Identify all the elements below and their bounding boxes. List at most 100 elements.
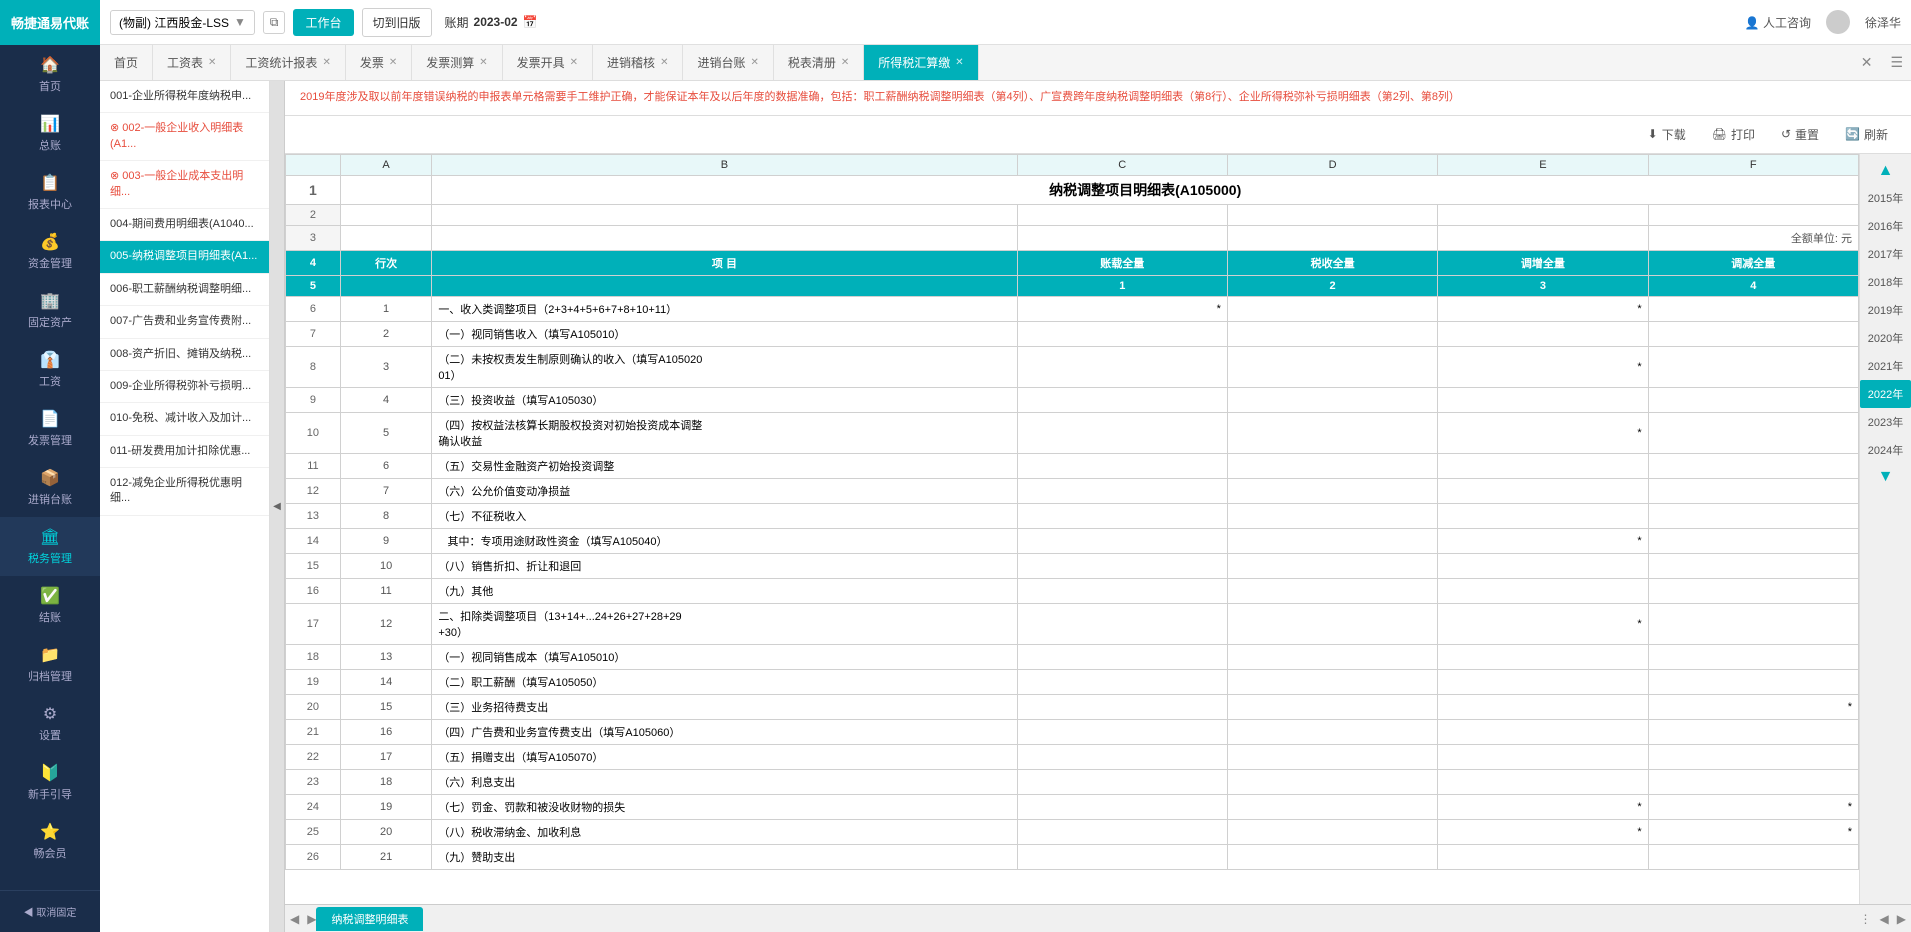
cell-val[interactable] — [1648, 553, 1858, 578]
cell-item[interactable]: （二）未按权责发生制原则确认的收入（填写A10502001） — [432, 346, 1017, 387]
cell-val[interactable] — [1227, 387, 1437, 412]
cell-val[interactable] — [1438, 644, 1648, 669]
cell-val[interactable] — [1648, 719, 1858, 744]
cell-item[interactable]: （一）视同销售收入（填写A105010） — [432, 321, 1017, 346]
list-item-007[interactable]: 007-广告费和业务宣传费附... — [100, 306, 269, 338]
cell-val[interactable] — [1648, 346, 1858, 387]
scroll-h-left[interactable]: ◀ — [1880, 912, 1889, 926]
cell-val[interactable] — [1227, 819, 1437, 844]
cell[interactable] — [1227, 225, 1437, 250]
close-icon[interactable]: ✕ — [322, 57, 330, 68]
cell-hangci[interactable]: 6 — [340, 453, 431, 478]
cell-val[interactable] — [1648, 412, 1858, 453]
sidebar-item-guide[interactable]: 🔰 新手引导 — [0, 753, 100, 812]
print-button[interactable]: 🖨 打印 — [1704, 122, 1763, 147]
cell-item[interactable]: （四）按权益法核算长期股权投资对初始投资成本调整确认收益 — [432, 412, 1017, 453]
cell-val[interactable] — [1227, 296, 1437, 321]
unfix-btn[interactable]: ◀ 取消固定 — [8, 899, 92, 924]
cell-val[interactable] — [1017, 694, 1227, 719]
cell-item[interactable]: （三）投资收益（填写A105030） — [432, 387, 1017, 412]
cell-hangci[interactable]: 16 — [340, 719, 431, 744]
consult-btn[interactable]: 👤 人工咨询 — [1745, 14, 1811, 31]
sidebar-item-archive[interactable]: 📁 归档管理 — [0, 635, 100, 694]
cell-val[interactable] — [1017, 321, 1227, 346]
cell-val[interactable] — [1438, 321, 1648, 346]
cell-val[interactable] — [1438, 844, 1648, 869]
close-icon[interactable]: ✕ — [955, 57, 963, 68]
year-item-2017[interactable]: 2017年 — [1860, 240, 1911, 268]
year-scroll-up[interactable]: ▲ — [1860, 158, 1911, 184]
cell[interactable] — [340, 204, 431, 225]
cell[interactable] — [1017, 225, 1227, 250]
cell-val[interactable] — [1227, 644, 1437, 669]
cell-hangci[interactable]: 18 — [340, 769, 431, 794]
cell-val[interactable] — [1648, 644, 1858, 669]
cell-val[interactable] — [1227, 553, 1437, 578]
cell-hangci[interactable]: 7 — [340, 478, 431, 503]
scroll-left-btn[interactable]: ◀ — [290, 912, 299, 926]
reset-button[interactable]: ↺ 重置 — [1773, 122, 1827, 147]
cell-val[interactable] — [1227, 719, 1437, 744]
list-item-008[interactable]: 008-资产折旧、摊销及纳税... — [100, 339, 269, 371]
cell-hangci[interactable]: 14 — [340, 669, 431, 694]
year-item-2022[interactable]: 2022年 — [1860, 380, 1911, 408]
cell-val[interactable] — [1227, 744, 1437, 769]
cell-val[interactable] — [1227, 769, 1437, 794]
download-button[interactable]: ⬇ 下载 — [1640, 122, 1694, 147]
year-item-2024[interactable]: 2024年 — [1860, 436, 1911, 464]
copy-icon[interactable]: ⧉ — [263, 11, 286, 34]
cell-hangci[interactable]: 2 — [340, 321, 431, 346]
year-scroll-down[interactable]: ▼ — [1860, 464, 1911, 490]
tab-payroll-report[interactable]: 工资统计报表 ✕ — [231, 45, 345, 80]
sidebar-item-home[interactable]: 🏠 首页 — [0, 45, 100, 104]
cell[interactable] — [432, 204, 1017, 225]
cell[interactable] — [1438, 204, 1648, 225]
cell-hangci[interactable]: 11 — [340, 578, 431, 603]
cell-val[interactable] — [1017, 603, 1227, 644]
tab-invoice-open[interactable]: 发票开具 ✕ — [503, 45, 593, 80]
cell-val[interactable] — [1438, 553, 1648, 578]
tab-purchase-verify[interactable]: 进销稽核 ✕ — [593, 45, 683, 80]
sidebar-item-finance[interactable]: 💰 资金管理 — [0, 222, 100, 281]
year-item-2021[interactable]: 2021年 — [1860, 352, 1911, 380]
sidebar-item-member[interactable]: ⭐ 畅会员 — [0, 812, 100, 871]
cell-val[interactable] — [1017, 578, 1227, 603]
cell-val[interactable] — [1227, 346, 1437, 387]
sidebar-item-invoice[interactable]: 📄 发票管理 — [0, 399, 100, 458]
cell-hangci[interactable]: 9 — [340, 528, 431, 553]
cell-item[interactable]: （六）公允价值变动净损益 — [432, 478, 1017, 503]
cell-val[interactable] — [1648, 478, 1858, 503]
cell-val[interactable] — [1017, 387, 1227, 412]
cell-val[interactable] — [1017, 453, 1227, 478]
workbench-button[interactable]: 工作台 — [293, 9, 353, 36]
close-icon[interactable]: ✕ — [570, 57, 578, 68]
cell-val[interactable] — [1438, 744, 1648, 769]
list-item-006[interactable]: 006-职工薪酬纳税调整明细... — [100, 274, 269, 306]
cell-item[interactable]: （六）利息支出 — [432, 769, 1017, 794]
sidebar-item-assets[interactable]: 🏢 固定资产 — [0, 281, 100, 340]
cell[interactable] — [1438, 225, 1648, 250]
cell-hangci[interactable]: 15 — [340, 694, 431, 719]
cell-val[interactable] — [1227, 844, 1437, 869]
cell-val[interactable] — [1227, 412, 1437, 453]
cell-val[interactable] — [1648, 453, 1858, 478]
cell-val[interactable]: * — [1438, 346, 1648, 387]
cell-val[interactable] — [1438, 387, 1648, 412]
refresh-button[interactable]: 🔄 刷新 — [1837, 122, 1896, 147]
cell-val[interactable] — [1017, 478, 1227, 503]
close-icon[interactable]: ✕ — [750, 57, 758, 68]
cell-val[interactable] — [1017, 644, 1227, 669]
list-item-002[interactable]: ⊗002-一般企业收入明细表(A1... — [100, 113, 269, 161]
cell-val[interactable] — [1648, 769, 1858, 794]
year-item-2015[interactable]: 2015年 — [1860, 184, 1911, 212]
sidebar-item-close[interactable]: ✅ 结账 — [0, 576, 100, 635]
cell-hangci[interactable]: 13 — [340, 644, 431, 669]
cell-val[interactable]: * — [1438, 819, 1648, 844]
cell-hangci[interactable]: 5 — [340, 412, 431, 453]
list-item-012[interactable]: 012-减免企业所得税优惠明细... — [100, 468, 269, 516]
cell-val[interactable] — [1227, 478, 1437, 503]
cell-val[interactable]: * — [1648, 794, 1858, 819]
sheet-tab[interactable]: 纳税调整明细表 — [316, 907, 423, 931]
cell-val[interactable] — [1227, 694, 1437, 719]
tab-purchase-ledger[interactable]: 进销台账 ✕ — [683, 45, 773, 80]
